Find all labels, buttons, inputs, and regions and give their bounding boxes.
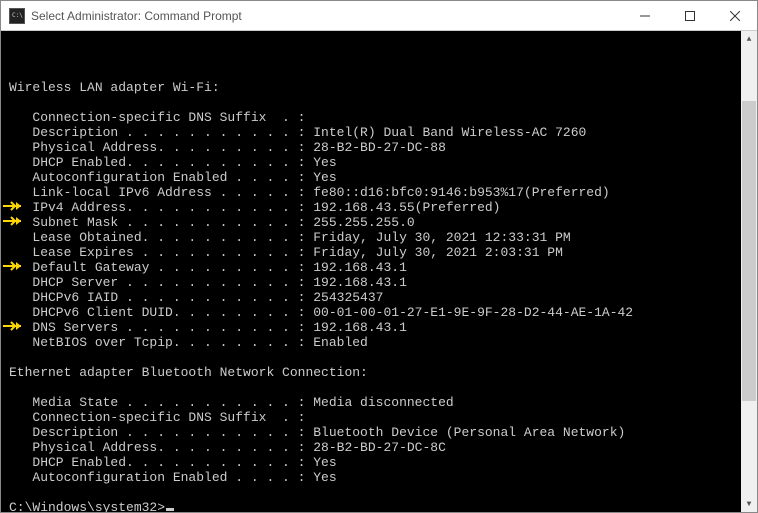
field-value: Yes: [305, 455, 336, 470]
field-label: Autoconfiguration Enabled . . . . :: [9, 470, 305, 485]
output-line: Physical Address. . . . . . . . . : 28-B…: [5, 440, 757, 455]
scroll-down-button[interactable]: ▼: [741, 496, 757, 512]
field-label: Physical Address. . . . . . . . . :: [9, 140, 305, 155]
output-line: NetBIOS over Tcpip. . . . . . . . : Enab…: [5, 335, 757, 350]
field-value: 192.168.43.1: [305, 260, 406, 275]
field-label: DHCP Server . . . . . . . . . . . :: [9, 275, 305, 290]
field-label: Connection-specific DNS Suffix . :: [9, 110, 305, 125]
output-line: Autoconfiguration Enabled . . . . : Yes: [5, 470, 757, 485]
output-line: Lease Obtained. . . . . . . . . . : Frid…: [5, 230, 757, 245]
cursor-icon: [166, 508, 174, 511]
field-label: Description . . . . . . . . . . . :: [9, 425, 305, 440]
field-label: Physical Address. . . . . . . . . :: [9, 440, 305, 455]
maximize-button[interactable]: [667, 1, 712, 30]
scroll-up-button[interactable]: ▲: [741, 31, 757, 47]
output-line: Description . . . . . . . . . . . : Blue…: [5, 425, 757, 440]
field-value: 00-01-00-01-27-E1-9E-9F-28-D2-44-AE-1A-4…: [305, 305, 633, 320]
field-label: Subnet Mask . . . . . . . . . . . :: [9, 215, 305, 230]
output-line: Physical Address. . . . . . . . . : 28-B…: [5, 140, 757, 155]
field-value: 254325437: [305, 290, 383, 305]
field-label: Description . . . . . . . . . . . :: [9, 125, 305, 140]
field-value: Yes: [305, 470, 336, 485]
output-line: Autoconfiguration Enabled . . . . : Yes: [5, 170, 757, 185]
field-value: 28-B2-BD-27-DC-8C: [305, 440, 445, 455]
window-controls: [622, 1, 757, 30]
output-line: DHCPv6 Client DUID. . . . . . . . : 00-0…: [5, 305, 757, 320]
field-label: Autoconfiguration Enabled . . . . :: [9, 170, 305, 185]
output-line: DNS Servers . . . . . . . . . . . : 192.…: [5, 320, 757, 335]
field-value: Yes: [305, 155, 336, 170]
field-value: 192.168.43.1: [305, 320, 406, 335]
field-label: IPv4 Address. . . . . . . . . . . :: [9, 200, 305, 215]
scroll-thumb[interactable]: [742, 101, 756, 401]
output-line: DHCP Enabled. . . . . . . . . . . : Yes: [5, 455, 757, 470]
field-value: Yes: [305, 170, 336, 185]
field-label: DHCP Enabled. . . . . . . . . . . :: [9, 455, 305, 470]
minimize-button[interactable]: [622, 1, 667, 30]
field-value: 28-B2-BD-27-DC-88: [305, 140, 445, 155]
prompt-line[interactable]: C:\Windows\system32>: [5, 500, 757, 512]
blank-line: [5, 95, 757, 110]
output-line: IPv4 Address. . . . . . . . . . . : 192.…: [5, 200, 757, 215]
field-label: Lease Expires . . . . . . . . . . :: [9, 245, 305, 260]
output-line: DHCP Server . . . . . . . . . . . : 192.…: [5, 275, 757, 290]
field-value: fe80::d16:bfc0:9146:b953%17(Preferred): [305, 185, 609, 200]
output-line: Media State . . . . . . . . . . . : Medi…: [5, 395, 757, 410]
prompt-text: C:\Windows\system32>: [9, 500, 165, 512]
field-value: Bluetooth Device (Personal Area Network): [305, 425, 625, 440]
blank-line: [5, 350, 757, 365]
output-line: Connection-specific DNS Suffix . :: [5, 110, 757, 125]
output-line: Lease Expires . . . . . . . . . . : Frid…: [5, 245, 757, 260]
field-value: Friday, July 30, 2021 2:03:31 PM: [305, 245, 562, 260]
output-line: Default Gateway . . . . . . . . . : 192.…: [5, 260, 757, 275]
field-value: Enabled: [305, 335, 367, 350]
field-label: NetBIOS over Tcpip. . . . . . . . :: [9, 335, 305, 350]
field-label: Default Gateway . . . . . . . . . :: [9, 260, 305, 275]
field-label: Media State . . . . . . . . . . . :: [9, 395, 305, 410]
section-header: Wireless LAN adapter Wi-Fi:: [5, 80, 757, 95]
blank-line: [5, 485, 757, 500]
field-label: Link-local IPv6 Address . . . . . :: [9, 185, 305, 200]
field-label: Connection-specific DNS Suffix . :: [9, 410, 305, 425]
field-value: 192.168.43.55(Preferred): [305, 200, 500, 215]
close-button[interactable]: [712, 1, 757, 30]
blank-line: [5, 380, 757, 395]
field-value: Media disconnected: [305, 395, 453, 410]
vertical-scrollbar[interactable]: ▲ ▼: [741, 31, 757, 512]
output-line: DHCP Enabled. . . . . . . . . . . : Yes: [5, 155, 757, 170]
section-header: Ethernet adapter Bluetooth Network Conne…: [5, 365, 757, 380]
field-value: Intel(R) Dual Band Wireless-AC 7260: [305, 125, 586, 140]
output-line: DHCPv6 IAID . . . . . . . . . . . : 2543…: [5, 290, 757, 305]
field-label: DHCPv6 Client DUID. . . . . . . . :: [9, 305, 305, 320]
output-line: Subnet Mask . . . . . . . . . . . : 255.…: [5, 215, 757, 230]
output-line: Link-local IPv6 Address . . . . . : fe80…: [5, 185, 757, 200]
titlebar[interactable]: Select Administrator: Command Prompt: [1, 1, 757, 31]
field-label: DHCP Enabled. . . . . . . . . . . :: [9, 155, 305, 170]
output-line: Connection-specific DNS Suffix . :: [5, 410, 757, 425]
field-label: Lease Obtained. . . . . . . . . . :: [9, 230, 305, 245]
field-value: 192.168.43.1: [305, 275, 406, 290]
console-output[interactable]: Wireless LAN adapter Wi-Fi: Connection-s…: [1, 31, 757, 512]
field-value: 255.255.255.0: [305, 215, 414, 230]
blank-line: [5, 65, 757, 80]
field-value: Friday, July 30, 2021 12:33:31 PM: [305, 230, 570, 245]
output-line: Description . . . . . . . . . . . : Inte…: [5, 125, 757, 140]
window-title: Select Administrator: Command Prompt: [31, 9, 622, 23]
command-prompt-window: Select Administrator: Command Prompt Wir…: [0, 0, 758, 513]
cmd-icon: [9, 8, 25, 24]
field-label: DNS Servers . . . . . . . . . . . :: [9, 320, 305, 335]
field-label: DHCPv6 IAID . . . . . . . . . . . :: [9, 290, 305, 305]
